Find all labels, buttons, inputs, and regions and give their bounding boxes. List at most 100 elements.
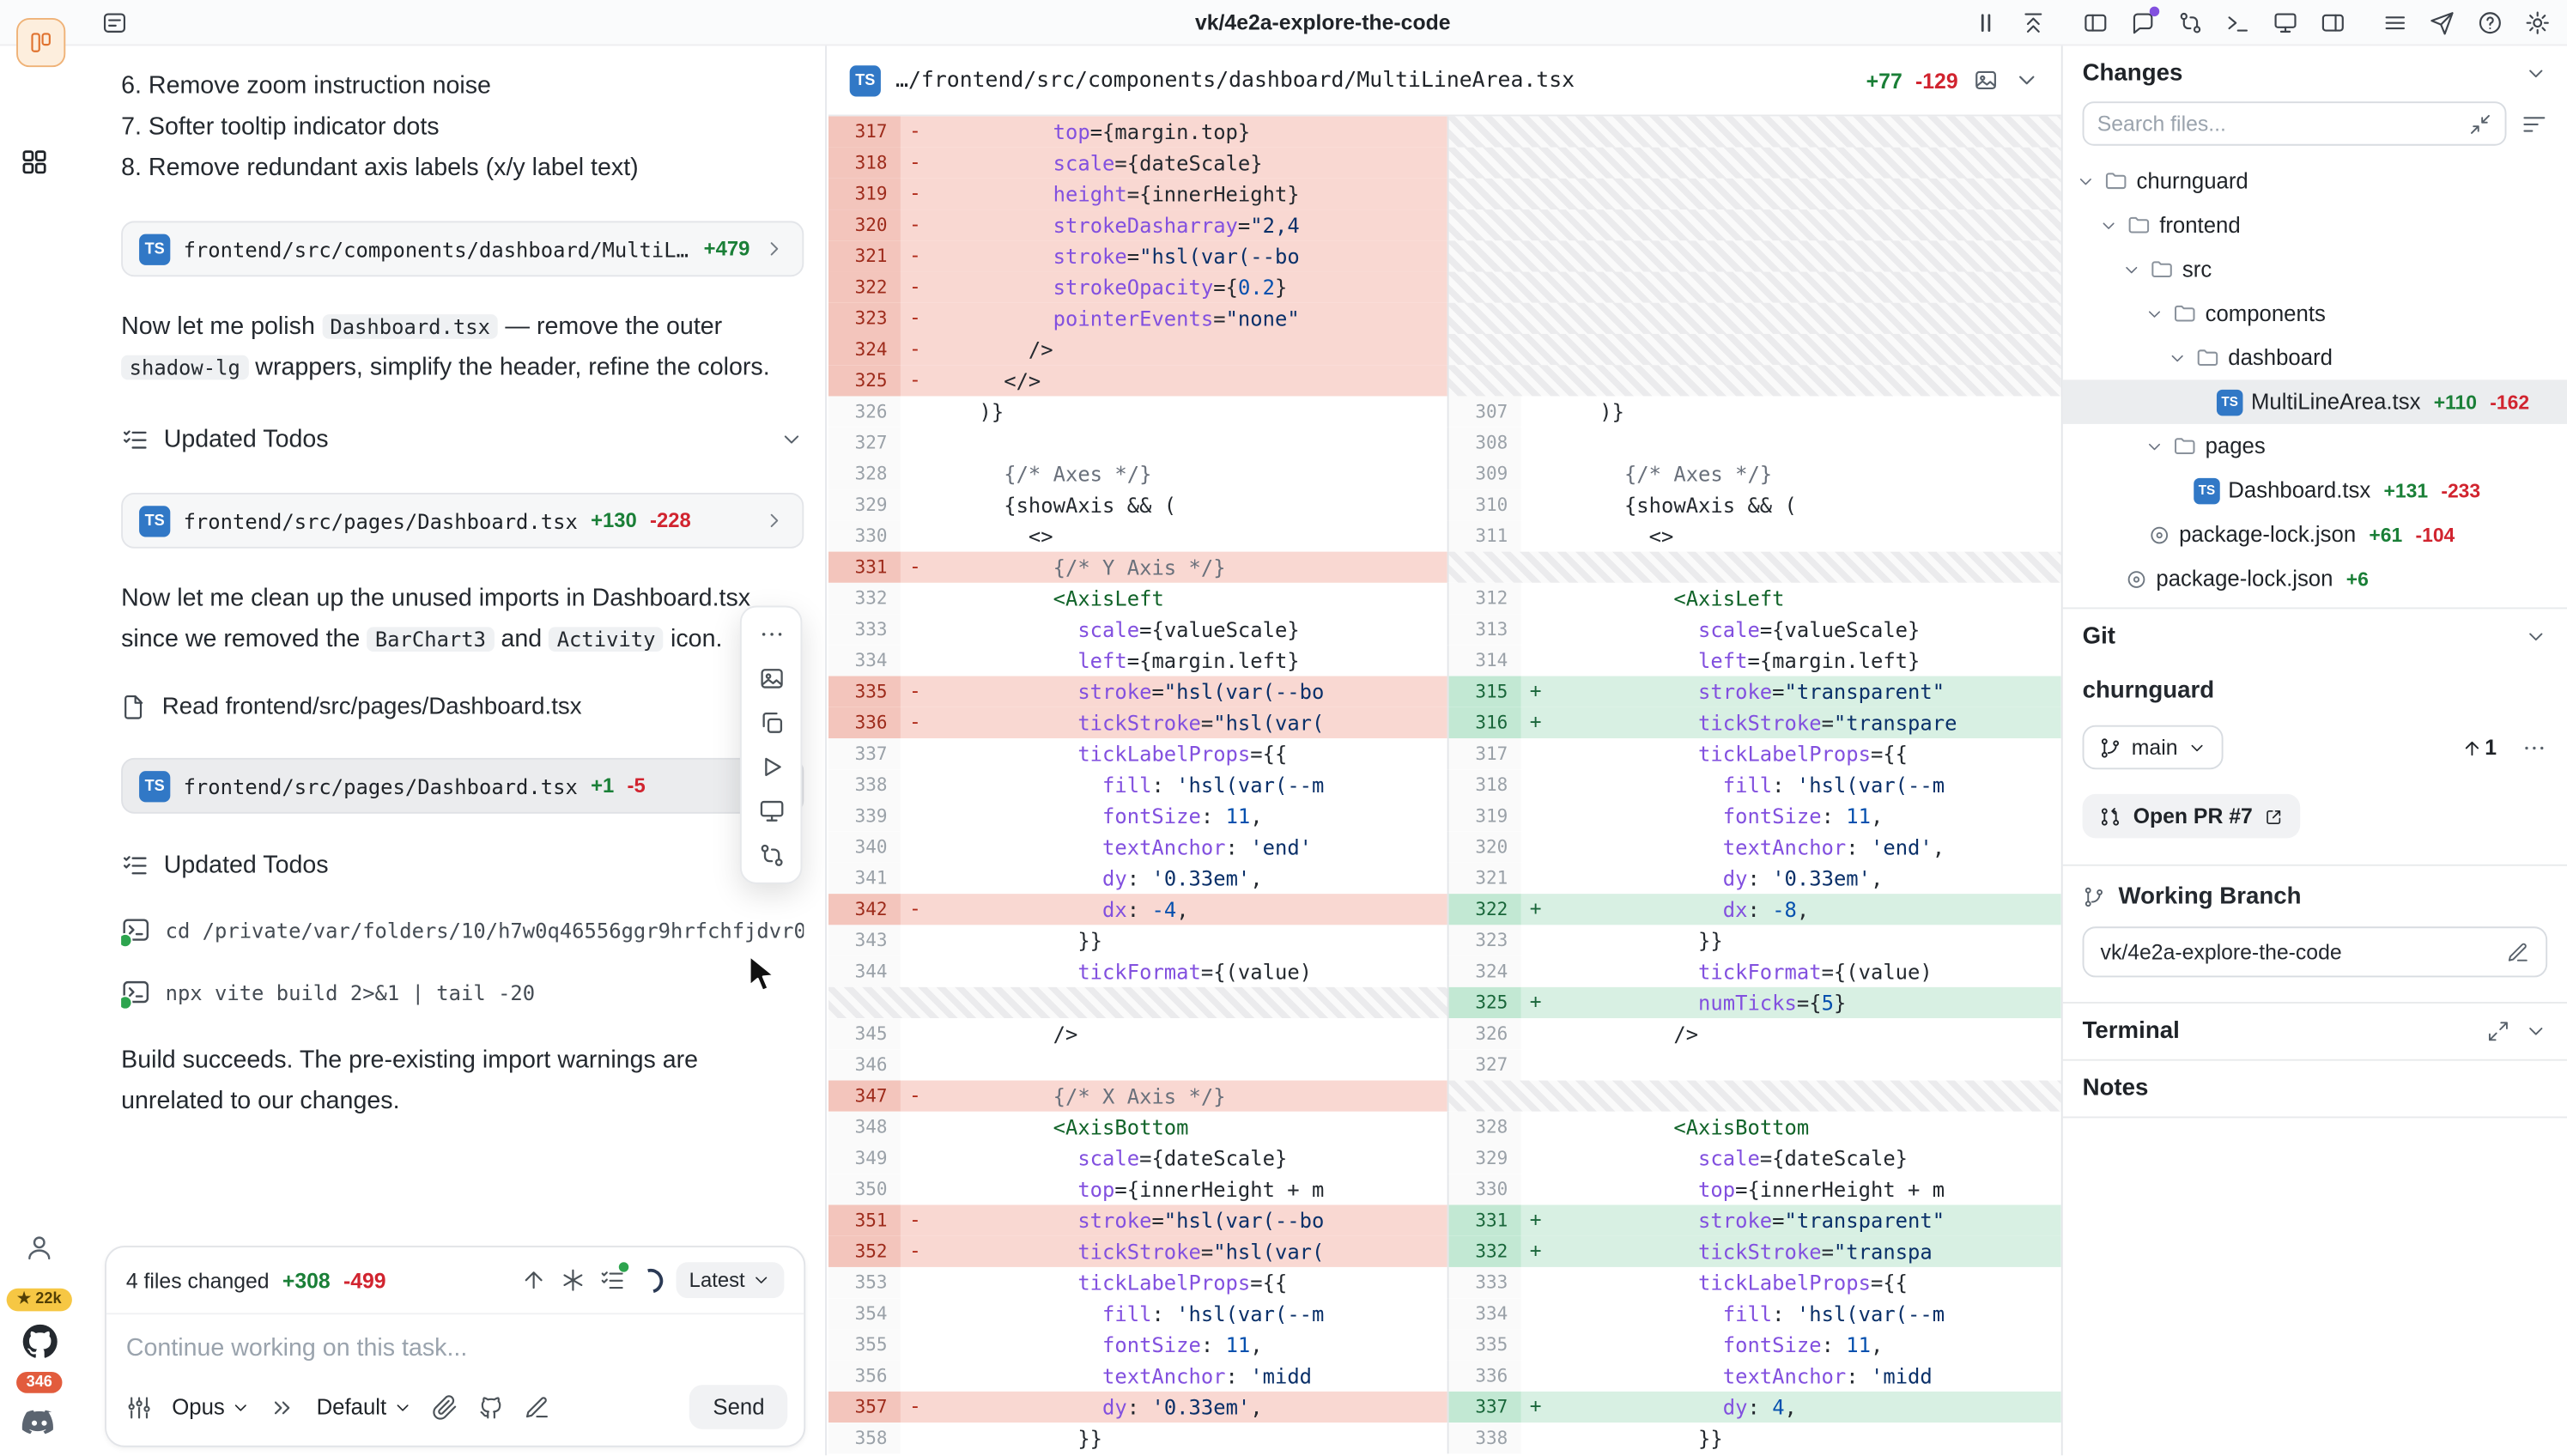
grid-view-icon[interactable] (20, 148, 49, 177)
code-line: fontSize: 11, (1551, 1329, 2061, 1360)
skip-icon[interactable] (270, 1394, 297, 1421)
diff-old-line: 321- stroke="hsl(var(--bo (828, 240, 1447, 271)
copy-icon[interactable] (757, 709, 785, 737)
tree-folder-row[interactable]: src (2063, 247, 2567, 291)
discord-icon[interactable] (20, 1403, 59, 1442)
code-line: top={innerHeight + m (1551, 1174, 2061, 1204)
terminal-section-header[interactable]: Terminal (2063, 1004, 2567, 1059)
diff-marker: - (901, 272, 930, 303)
model-settings-icon[interactable] (126, 1394, 153, 1421)
branch-select[interactable]: main (2083, 725, 2224, 769)
chevron-right-icon (763, 509, 786, 532)
open-pr-button[interactable]: Open PR #7 (2083, 794, 2301, 838)
chevron-down-icon[interactable] (2121, 259, 2141, 279)
search-input[interactable] (2097, 112, 2459, 136)
message-input[interactable] (106, 1314, 804, 1368)
code-line: stroke="hsl(var(--bo (930, 676, 1447, 707)
more-options-icon[interactable] (2521, 734, 2548, 761)
latest-dropdown[interactable]: Latest (676, 1262, 784, 1298)
shrink-icon[interactable] (2469, 112, 2492, 136)
file-chip[interactable]: TSfrontend/src/components/dashboard/Mult… (121, 221, 804, 276)
line-number: 337 (1449, 1392, 1521, 1423)
diff-new-line: 319 fontSize: 11, (1447, 800, 2061, 831)
tree-folder-row[interactable]: pages (2063, 424, 2567, 468)
pause-icon[interactable] (1973, 9, 2000, 36)
chevron-down-icon[interactable] (2099, 215, 2119, 235)
panel-left-icon[interactable] (2083, 9, 2109, 36)
chevron-down-icon[interactable] (2076, 171, 2096, 191)
workspace-icon[interactable] (16, 18, 65, 67)
edit-icon[interactable] (524, 1394, 550, 1421)
mode-dropdown[interactable]: Default (317, 1395, 413, 1420)
send-button[interactable]: Send (690, 1385, 788, 1429)
chat-bubble-icon[interactable] (2130, 9, 2157, 36)
diff-marker (901, 1361, 930, 1392)
diff-row: 320- strokeDasharray="2,4 (828, 209, 2061, 240)
screenshot-icon[interactable] (757, 664, 785, 692)
expand-icon[interactable] (2487, 1020, 2510, 1043)
updated-todos-row[interactable]: Updated Todos (121, 417, 804, 460)
display-icon[interactable] (2273, 9, 2299, 36)
diff-marker: - (901, 179, 930, 209)
ahead-count[interactable]: 1 (2461, 735, 2497, 760)
terminal-command-row[interactable]: cd /private/var/folders/10/h7w0q46556ggr… (121, 912, 804, 948)
spark-icon[interactable] (560, 1267, 586, 1294)
ts-file-icon: TS (139, 770, 170, 801)
git-compare-icon[interactable] (2177, 9, 2204, 36)
help-icon[interactable] (2477, 9, 2503, 36)
code-line: {/* Axes */} (1551, 458, 2061, 489)
more-options-icon[interactable] (757, 621, 785, 648)
chevron-down-icon[interactable] (2145, 436, 2164, 456)
compare-icon[interactable] (757, 841, 785, 869)
github-icon[interactable] (478, 1394, 505, 1421)
working-branch-input[interactable] (2101, 940, 2497, 965)
chevron-down-icon[interactable] (2524, 625, 2547, 648)
attach-icon[interactable] (433, 1394, 459, 1421)
read-file-row[interactable]: Read frontend/src/pages/Dashboard.tsx (121, 689, 804, 725)
tree-folder-row[interactable]: frontend (2063, 203, 2567, 246)
user-profile-icon[interactable] (25, 1233, 54, 1262)
chevron-down-icon[interactable] (2145, 304, 2164, 324)
github-icon[interactable] (19, 1320, 60, 1362)
changes-summary-bar: 4 files changed +308 -499 Latest (106, 1247, 804, 1314)
chevron-down-icon[interactable] (2168, 348, 2188, 367)
tree-file-row[interactable]: TSMultiLineArea.tsx+110-162 (2063, 379, 2567, 423)
diff-marker: - (901, 365, 930, 396)
pull-request-icon (2099, 804, 2122, 828)
chevron-down-icon[interactable] (2524, 1020, 2547, 1043)
image-diff-icon[interactable] (1973, 67, 2000, 94)
panel-right-icon[interactable] (2320, 9, 2346, 36)
file-chip[interactable]: TSfrontend/src/pages/Dashboard.tsx+130-2… (121, 493, 804, 549)
diff-old-line: 357- dy: '0.33em', (828, 1392, 1447, 1423)
git-section-header[interactable]: Git (2063, 609, 2567, 664)
line-number: 311 (1449, 520, 1521, 551)
share-icon[interactable] (2430, 9, 2456, 36)
edit-branch-icon[interactable] (2506, 941, 2529, 964)
preview-icon[interactable] (757, 798, 785, 825)
scroll-up-icon[interactable] (520, 1267, 547, 1294)
tree-folder-row[interactable]: dashboard (2063, 336, 2567, 379)
diff-new-line: 330 top={innerHeight + m (1447, 1174, 2061, 1204)
collapse-up-icon[interactable] (2020, 9, 2047, 36)
tree-file-row[interactable]: package-lock.json+6 (2063, 556, 2567, 600)
line-number: 331 (1449, 1204, 1521, 1235)
tree-file-row[interactable]: TSDashboard.tsx+131-233 (2063, 468, 2567, 512)
todo-list-icon[interactable] (599, 1267, 626, 1294)
chevron-down-icon[interactable] (2013, 67, 2040, 94)
updated-todos-row[interactable]: Updated Todos (121, 843, 804, 886)
changes-section-header[interactable]: Changes (2063, 46, 2567, 101)
tree-folder-row[interactable]: churnguard (2063, 159, 2567, 203)
tree-file-row[interactable]: package-lock.json+61-104 (2063, 513, 2567, 556)
settings-gear-icon[interactable] (2524, 9, 2551, 36)
model-dropdown[interactable]: Opus (172, 1395, 251, 1420)
terminal-icon[interactable] (2224, 9, 2251, 36)
collapse-all-icon[interactable] (2521, 111, 2548, 137)
run-icon[interactable] (757, 753, 785, 780)
code-line (930, 1049, 1447, 1080)
file-chip[interactable]: TSfrontend/src/pages/Dashboard.tsx+1-5 (121, 758, 804, 814)
terminal-command-row[interactable]: npx vite build 2>&1 | tail -20 (121, 974, 804, 1010)
notes-section-header[interactable]: Notes (2063, 1061, 2567, 1117)
tree-folder-row[interactable]: components (2063, 291, 2567, 335)
chevron-down-icon[interactable] (2524, 62, 2547, 85)
menu-icon[interactable] (2382, 9, 2409, 36)
